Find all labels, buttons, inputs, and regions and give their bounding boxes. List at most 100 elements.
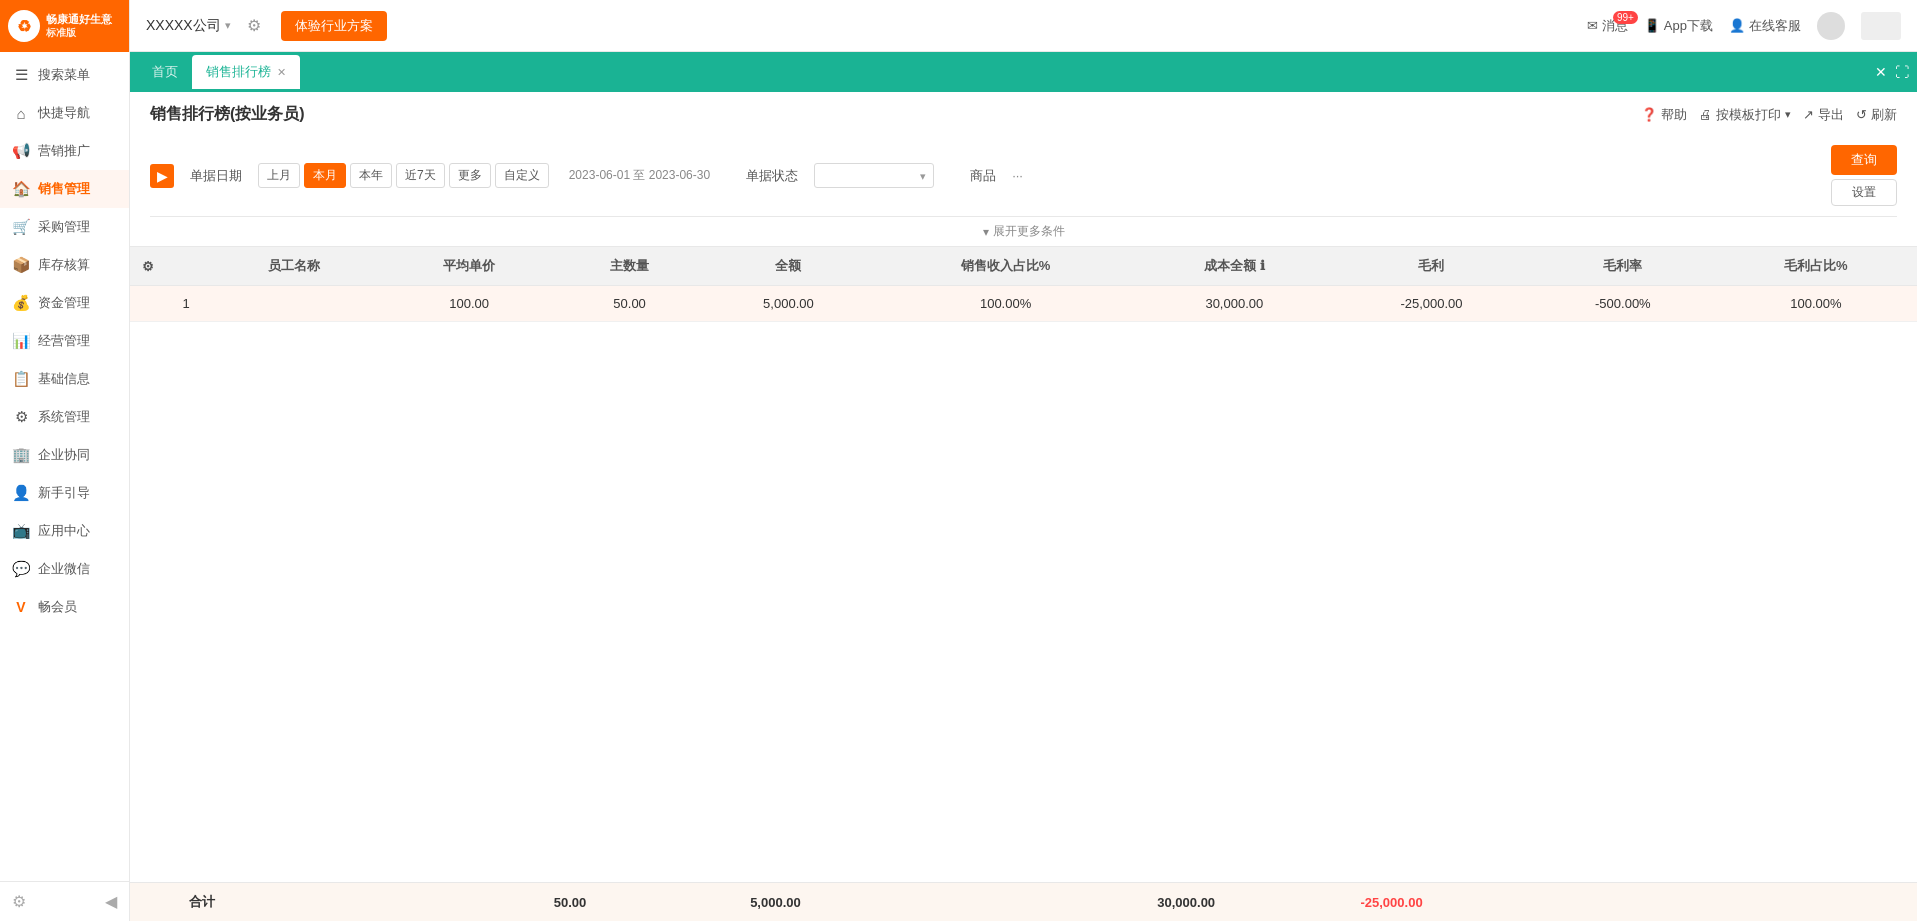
- company-selector[interactable]: XXXXX公司 ▾: [146, 17, 231, 35]
- app-icon: 📱: [1644, 18, 1660, 33]
- expand-conditions-button[interactable]: ▾ 展开更多条件: [983, 223, 1065, 240]
- date-btn-this-month[interactable]: 本月: [304, 163, 346, 188]
- main-area: XXXXX公司 ▾ ⚙ 体验行业方案 ✉ 消息 99+ 📱 App下载 👤 在线…: [130, 0, 1917, 921]
- goods-filter-more[interactable]: ···: [1012, 168, 1023, 183]
- tab-close-all-icon[interactable]: ✕: [1875, 64, 1887, 80]
- sidebar-item-sales[interactable]: 🏠 销售管理: [0, 170, 129, 208]
- sidebar-item-search-order[interactable]: ☰ 搜索菜单: [0, 56, 129, 94]
- message-badge: 99+: [1613, 11, 1638, 24]
- topbar-right: ✉ 消息 99+ 📱 App下载 👤 在线客服: [1587, 12, 1901, 40]
- date-filter-label: 单据日期: [190, 167, 242, 185]
- sidebar-item-purchase[interactable]: 🛒 采购管理: [0, 208, 129, 246]
- table-container: ⚙ 员工名称 平均单价 主数量 全额 销售收入占比% 成本全额 ℹ 毛利 毛利率…: [130, 247, 1917, 882]
- sidebar-item-enterprise[interactable]: 🏢 企业协同: [0, 436, 129, 474]
- app-center-icon: 📺: [12, 522, 30, 540]
- sidebar-item-guide[interactable]: 👤 新手引导: [0, 474, 129, 512]
- help-button[interactable]: ❓ 帮助: [1641, 106, 1687, 124]
- date-btn-more[interactable]: 更多: [449, 163, 491, 188]
- query-button[interactable]: 查询: [1831, 145, 1897, 175]
- date-buttons: 上月 本月 本年 近7天 更多 自定义: [258, 163, 549, 188]
- help-icon: ❓: [1641, 107, 1657, 122]
- service-label: 在线客服: [1749, 17, 1801, 35]
- cell-quantity: 50.00: [557, 286, 702, 322]
- sidebar-nav: ☰ 搜索菜单 ⌂ 快捷导航 📢 营销推广 🏠 销售管理 🛒 采购管理 📦 库存核…: [0, 52, 129, 881]
- table-body: 1 100.00 50.00 5,000.00 100.00% 30,000.0…: [130, 286, 1917, 322]
- date-btn-this-year[interactable]: 本年: [350, 163, 392, 188]
- date-btn-last-month[interactable]: 上月: [258, 163, 300, 188]
- tab-sales-rank-label: 销售排行榜: [206, 63, 271, 81]
- export-button[interactable]: ↗ 导出: [1803, 106, 1844, 124]
- footer-gross-val: -25,000.00: [1289, 895, 1494, 910]
- sidebar-bottom: ⚙ ◀: [0, 881, 129, 921]
- goods-filter-label: 商品: [970, 167, 996, 185]
- sidebar-item-inventory[interactable]: 📦 库存核算: [0, 246, 129, 284]
- table-header: ⚙ 员工名称 平均单价 主数量 全额 销售收入占比% 成本全额 ℹ 毛利 毛利率…: [130, 247, 1917, 286]
- refresh-icon: ↺: [1856, 107, 1867, 122]
- filter-row: ▶ 单据日期 上月 本月 本年 近7天 更多 自定义 2023-06-01 至 …: [150, 135, 1897, 216]
- expand-row: ▾ 展开更多条件: [150, 216, 1897, 246]
- marketing-icon: 📢: [12, 142, 30, 160]
- online-service-button[interactable]: 👤 在线客服: [1729, 17, 1801, 35]
- data-table: ⚙ 员工名称 平均单价 主数量 全额 销售收入占比% 成本全额 ℹ 毛利 毛利率…: [130, 247, 1917, 322]
- col-cost: 成本全额 ℹ: [1137, 247, 1332, 286]
- sidebar-item-wechat[interactable]: 💬 企业微信: [0, 550, 129, 588]
- topbar-settings-icon[interactable]: ⚙: [247, 16, 261, 35]
- search-order-icon: ☰: [12, 66, 30, 84]
- sidebar-item-quick-nav[interactable]: ⌂ 快捷导航: [0, 94, 129, 132]
- date-btn-custom[interactable]: 自定义: [495, 163, 549, 188]
- avatar[interactable]: [1817, 12, 1845, 40]
- table-settings-button[interactable]: 设置: [1831, 179, 1897, 206]
- print-button[interactable]: 🖨 按模板打印 ▾: [1699, 106, 1791, 124]
- status-select[interactable]: [814, 163, 934, 188]
- status-filter-label: 单据状态: [746, 167, 798, 185]
- cell-cost: 30,000.00: [1137, 286, 1332, 322]
- tab-home[interactable]: 首页: [138, 55, 192, 89]
- col-gross: 毛利: [1332, 247, 1531, 286]
- col-gross-ratio: 毛利占比%: [1715, 247, 1917, 286]
- logo-sub: 标准版: [46, 26, 112, 40]
- sidebar-item-member[interactable]: V 畅会员: [0, 588, 129, 626]
- sidebar-item-basic-info[interactable]: 📋 基础信息: [0, 360, 129, 398]
- footer-quantity-val: 50.00: [467, 895, 672, 910]
- print-icon: 🖨: [1699, 107, 1712, 122]
- member-icon: V: [12, 599, 30, 615]
- finance-icon: 💰: [12, 294, 30, 312]
- sidebar-collapse-icon[interactable]: ◀: [105, 892, 117, 911]
- refresh-button[interactable]: ↺ 刷新: [1856, 106, 1897, 124]
- sidebar-item-label: 快捷导航: [38, 104, 90, 122]
- app-download-button[interactable]: 📱 App下载: [1644, 17, 1713, 35]
- sidebar-logo: ♻ 畅康通好生意 标准版: [0, 0, 129, 52]
- cell-gross-rate: -500.00%: [1531, 286, 1715, 322]
- message-button[interactable]: ✉ 消息 99+: [1587, 17, 1628, 35]
- sidebar-item-label: 采购管理: [38, 218, 90, 236]
- wechat-icon: 💬: [12, 560, 30, 578]
- sidebar: ♻ 畅康通好生意 标准版 ☰ 搜索菜单 ⌂ 快捷导航 📢 营销推广 🏠 销售管理…: [0, 0, 130, 921]
- inventory-icon: 📦: [12, 256, 30, 274]
- cell-settings: [130, 286, 166, 322]
- cell-gross-ratio: 100.00%: [1715, 286, 1917, 322]
- filter-toggle-button[interactable]: ▶: [150, 164, 174, 188]
- sidebar-item-finance[interactable]: 💰 资金管理: [0, 284, 129, 322]
- cell-gross: -25,000.00: [1332, 286, 1531, 322]
- app-label: App下载: [1664, 17, 1713, 35]
- tab-sales-rank[interactable]: 销售排行榜 ✕: [192, 55, 300, 89]
- filter-section: ▶ 单据日期 上月 本月 本年 近7天 更多 自定义 2023-06-01 至 …: [150, 135, 1897, 246]
- sidebar-settings-icon[interactable]: ⚙: [12, 892, 26, 911]
- footer-cost-val: 30,000.00: [1084, 895, 1289, 910]
- system-icon: ⚙: [12, 408, 30, 426]
- expand-icon: ▾: [983, 225, 989, 239]
- col-name: 员工名称: [206, 247, 381, 286]
- col-settings[interactable]: ⚙: [130, 247, 166, 286]
- sidebar-item-marketing[interactable]: 📢 营销推广: [0, 132, 129, 170]
- sidebar-item-app-center[interactable]: 📺 应用中心: [0, 512, 129, 550]
- print-caret-icon: ▾: [1785, 108, 1791, 121]
- sidebar-item-label: 新手引导: [38, 484, 90, 502]
- sidebar-item-operations[interactable]: 📊 经营管理: [0, 322, 129, 360]
- tab-maximize-icon[interactable]: ⛶: [1895, 64, 1909, 80]
- sidebar-item-system[interactable]: ⚙ 系统管理: [0, 398, 129, 436]
- tab-close-icon[interactable]: ✕: [277, 66, 286, 79]
- date-range-display: 2023-06-01 至 2023-06-30: [569, 167, 710, 184]
- date-btn-7days[interactable]: 近7天: [396, 163, 445, 188]
- trial-button[interactable]: 体验行业方案: [281, 11, 387, 41]
- sidebar-item-label: 畅会员: [38, 598, 77, 616]
